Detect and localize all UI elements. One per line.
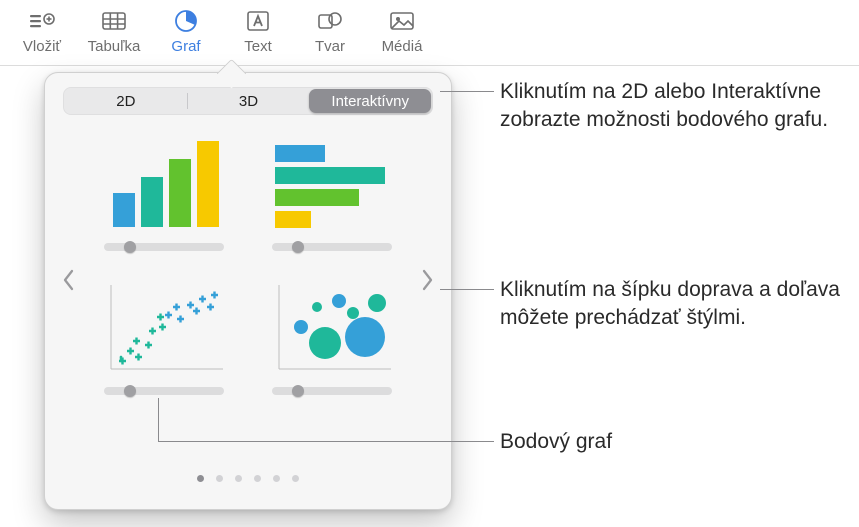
column-chart-thumb [99,133,229,233]
toolbar-item-shape[interactable]: Tvar [294,6,366,55]
page-dot[interactable] [254,475,261,482]
page-dot[interactable] [273,475,280,482]
preview-bubble-chart[interactable] [263,277,401,395]
scatter-chart-thumb [99,277,229,377]
chart-previews-area [63,133,433,463]
toolbar-item-text[interactable]: Text [222,6,294,55]
toolbar-item-insert[interactable]: Vložiť [6,6,78,55]
toolbar-item-media[interactable]: Médiá [366,6,438,55]
segment-interactive[interactable]: Interaktívny [309,89,431,113]
callout-arrows: Kliknutím na šípku doprava a doľava môže… [500,276,859,333]
callout-text: Kliknutím na 2D alebo Interaktívne zobra… [500,80,828,131]
next-style-arrow[interactable] [417,261,439,299]
preview-slider[interactable] [104,387,224,395]
slider-thumb[interactable] [292,385,304,397]
callout-text: Kliknutím na šípku doprava a doľava môže… [500,278,840,329]
toolbar-label: Graf [150,38,222,55]
segment-2d[interactable]: 2D [65,89,187,113]
callout-tabs: Kliknutím na 2D alebo Interaktívne zobra… [500,78,859,135]
page-dot[interactable] [292,475,299,482]
preview-slider[interactable] [272,243,392,251]
callout-text: Bodový graf [500,430,612,453]
slider-thumb[interactable] [124,241,136,253]
toolbar-label: Médiá [366,38,438,55]
toolbar-item-table[interactable]: Tabuľka [78,6,150,55]
bar-chart-thumb [267,133,397,233]
toolbar-label: Tabuľka [78,38,150,55]
callout-scatter: Bodový graf [500,428,612,456]
table-icon [78,6,150,36]
prev-style-arrow[interactable] [57,261,79,299]
preview-slider[interactable] [104,243,224,251]
slider-thumb[interactable] [292,241,304,253]
callout-connector [158,398,159,441]
media-icon [366,6,438,36]
toolbar-divider [0,65,859,66]
segment-3d[interactable]: 3D [188,89,310,113]
page-dot[interactable] [216,475,223,482]
preview-scatter-chart[interactable] [95,277,233,395]
toolbar-label: Tvar [294,38,366,55]
chart-popover: 2D 3D Interaktívny [44,72,452,510]
bubble-chart-thumb [267,277,397,377]
preview-slider[interactable] [272,387,392,395]
chart-type-segmented-control: 2D 3D Interaktívny [63,87,433,115]
preview-bar-chart[interactable] [263,133,401,251]
chart-icon [150,6,222,36]
preview-column-chart[interactable] [95,133,233,251]
page-dot[interactable] [197,475,204,482]
text-icon [222,6,294,36]
page-dots[interactable] [63,475,433,482]
toolbar-label: Vložiť [6,38,78,55]
insert-icon [6,6,78,36]
slider-thumb[interactable] [124,385,136,397]
toolbar: Vložiť Tabuľka Graf [0,0,859,55]
shape-icon [294,6,366,36]
toolbar-label: Text [222,38,294,55]
toolbar-item-chart[interactable]: Graf [150,6,222,55]
page-dot[interactable] [235,475,242,482]
